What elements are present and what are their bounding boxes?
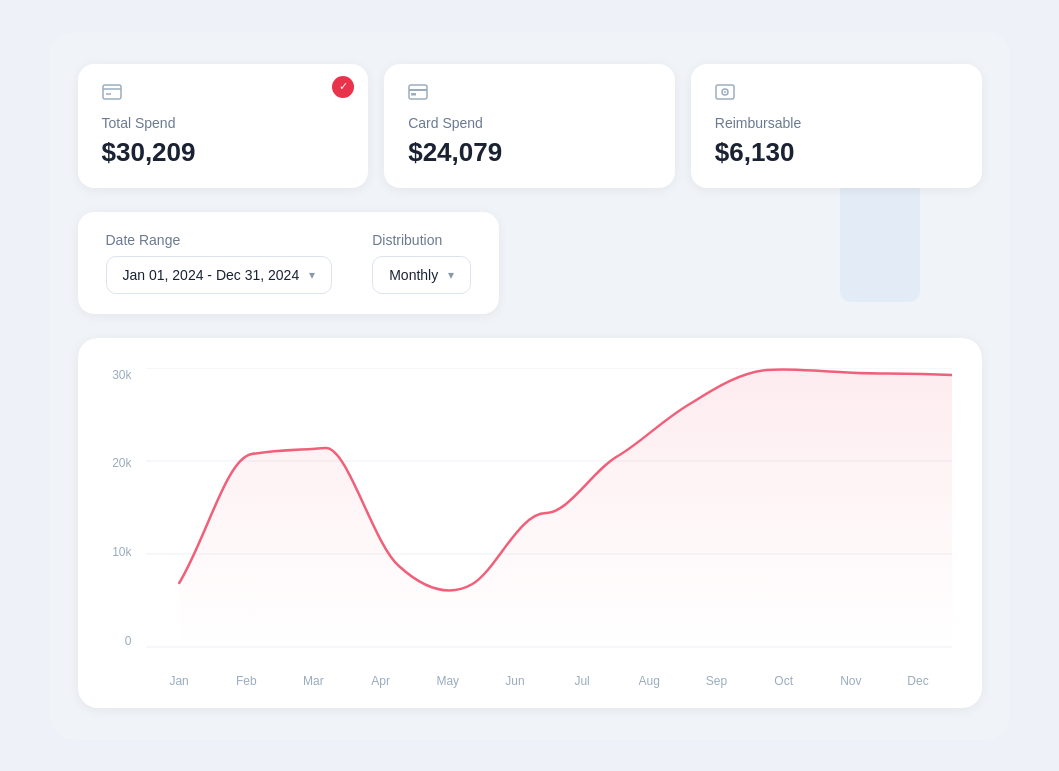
dashboard: // dots rendered inline Total Spend $30,… [50,32,1010,740]
spend-area [179,369,952,647]
total-spend-label: Total Spend [102,115,345,131]
x-label-sep: Sep [683,674,750,688]
distribution-label: Distribution [372,232,471,248]
cards-row: Total Spend $30,209 ✓ Card Spend $24,079 [78,64,982,188]
chart-container: 0 10k 20k 30k [78,338,982,708]
distribution-group: Distribution Monthly ▾ [372,232,471,294]
date-range-select[interactable]: Jan 01, 2024 - Dec 31, 2024 ▾ [106,256,333,294]
y-label-20k: 20k [98,456,138,470]
svg-point-8 [724,91,726,93]
x-label-jun: Jun [481,674,548,688]
total-spend-value: $30,209 [102,137,345,168]
y-axis-labels: 0 10k 20k 30k [98,368,138,648]
x-axis-labels: Jan Feb Mar Apr May Jun Jul Aug Sep Oct … [146,674,952,688]
x-label-aug: Aug [616,674,683,688]
card-spend-card: Card Spend $24,079 [384,64,675,188]
x-label-jul: Jul [549,674,616,688]
y-label-30k: 30k [98,368,138,382]
date-range-group: Date Range Jan 01, 2024 - Dec 31, 2024 ▾ [106,232,333,294]
line-chart [146,368,952,648]
reimbursable-value: $6,130 [715,137,958,168]
x-label-oct: Oct [750,674,817,688]
card-spend-icon [408,84,651,105]
x-label-nov: Nov [817,674,884,688]
svg-rect-0 [103,85,121,99]
reimbursable-icon [715,84,958,105]
date-range-chevron-icon: ▾ [309,268,315,282]
distribution-chevron-icon: ▾ [448,268,454,282]
svg-rect-5 [411,93,416,96]
check-badge: ✓ [332,76,354,98]
x-label-apr: Apr [347,674,414,688]
check-icon: ✓ [339,80,348,93]
x-label-jan: Jan [146,674,213,688]
x-label-mar: Mar [280,674,347,688]
x-label-dec: Dec [884,674,951,688]
reimbursable-label: Reimbursable [715,115,958,131]
card-spend-value: $24,079 [408,137,651,168]
distribution-value: Monthly [389,267,438,283]
reimbursable-card: Reimbursable $6,130 [691,64,982,188]
chart-inner: 0 10k 20k 30k [98,368,952,688]
total-spend-card: Total Spend $30,209 ✓ [78,64,369,188]
x-label-feb: Feb [213,674,280,688]
date-range-label: Date Range [106,232,333,248]
total-spend-icon [102,84,345,105]
x-label-may: May [414,674,481,688]
card-spend-label: Card Spend [408,115,651,131]
y-label-10k: 10k [98,545,138,559]
distribution-select[interactable]: Monthly ▾ [372,256,471,294]
y-label-0: 0 [98,634,138,648]
svg-rect-3 [409,85,427,99]
controls-row: Date Range Jan 01, 2024 - Dec 31, 2024 ▾… [78,212,500,314]
date-range-value: Jan 01, 2024 - Dec 31, 2024 [123,267,300,283]
